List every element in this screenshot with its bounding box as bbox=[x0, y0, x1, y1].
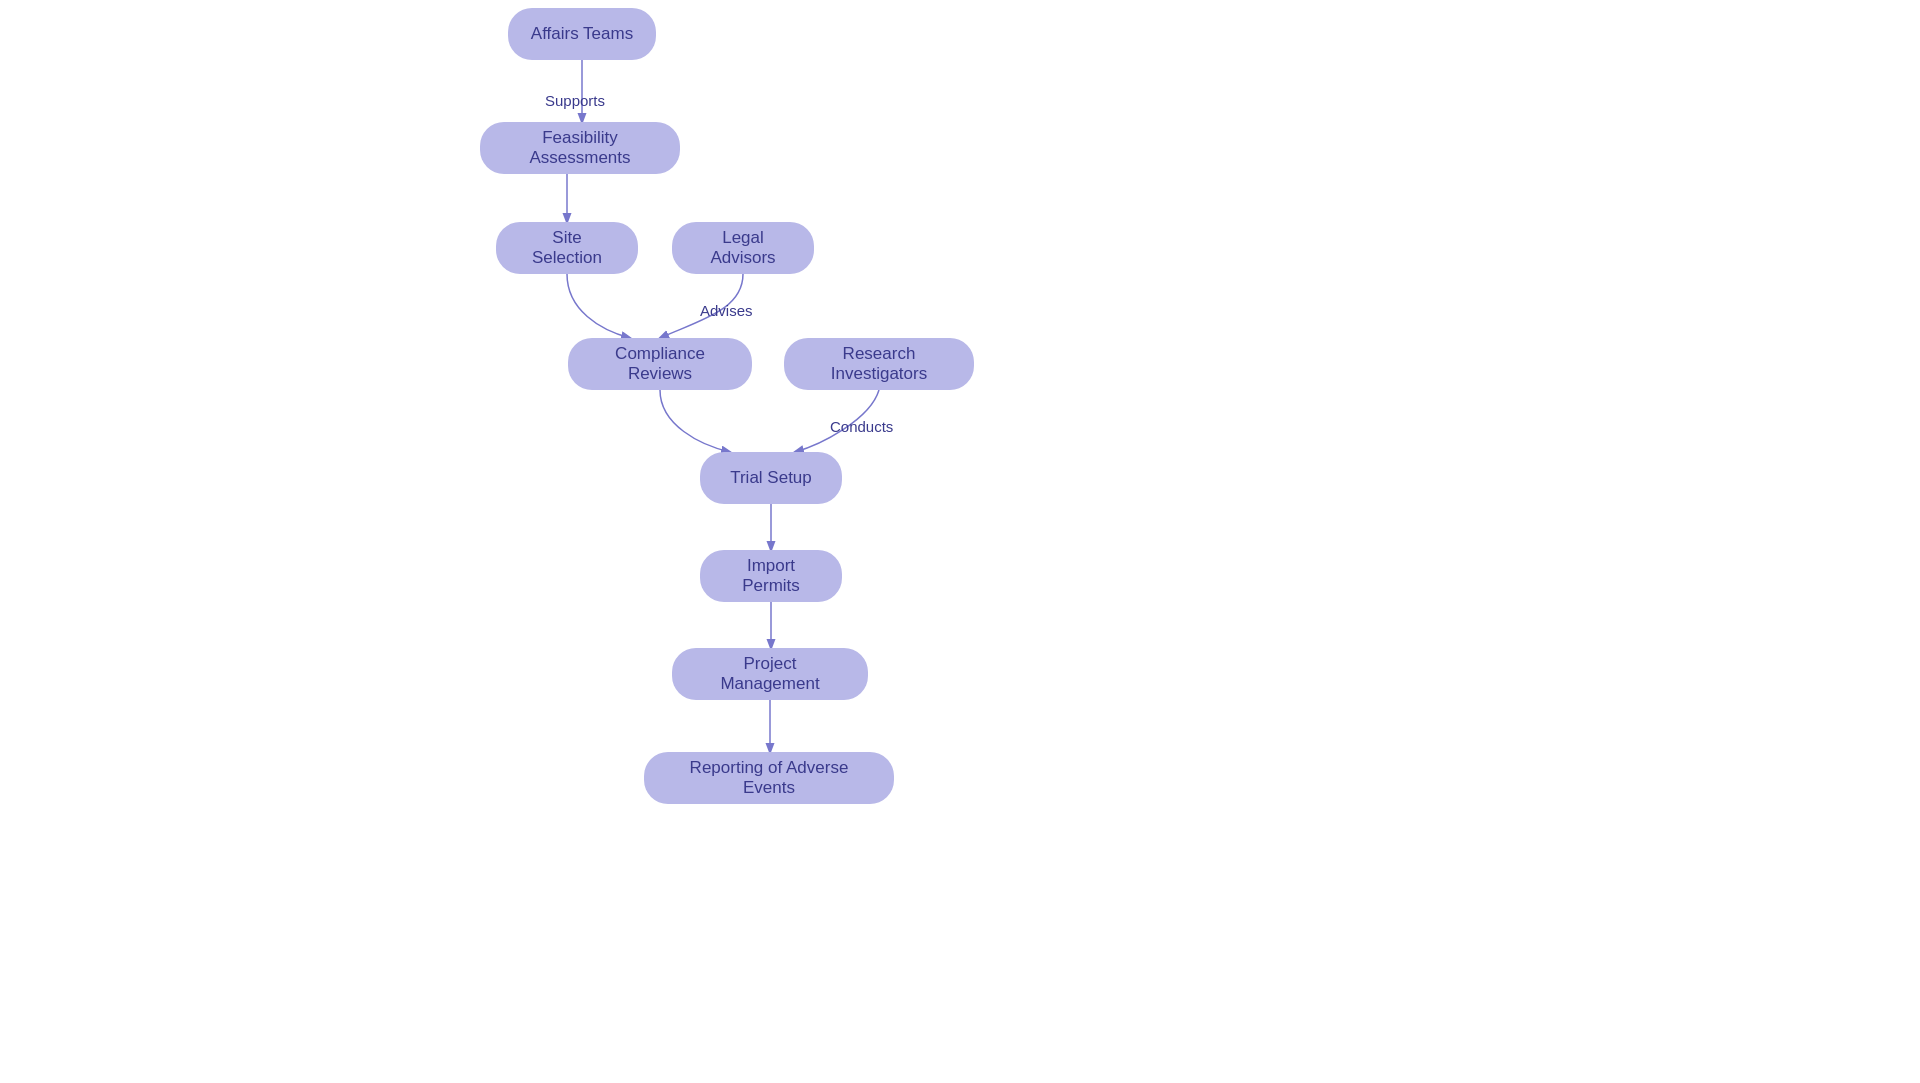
diagram-container: Affairs Teams Feasibility Assessments Si… bbox=[0, 0, 1920, 1083]
import-permits-node: Import Permits bbox=[700, 550, 842, 602]
conducts-label: Conducts bbox=[830, 418, 893, 435]
arrows-svg bbox=[0, 0, 1920, 1083]
trial-setup-label: Trial Setup bbox=[730, 468, 812, 488]
research-investigators-label: Research Investigators bbox=[804, 344, 954, 384]
project-management-node: Project Management bbox=[672, 648, 868, 700]
site-selection-node: Site Selection bbox=[496, 222, 638, 274]
reporting-label: Reporting of Adverse Events bbox=[664, 758, 874, 798]
site-selection-label: Site Selection bbox=[516, 228, 618, 268]
feasibility-node: Feasibility Assessments bbox=[480, 122, 680, 174]
legal-advisors-node: Legal Advisors bbox=[672, 222, 814, 274]
trial-setup-node: Trial Setup bbox=[700, 452, 842, 504]
advises-label: Advises bbox=[700, 302, 753, 319]
compliance-reviews-node: Compliance Reviews bbox=[568, 338, 752, 390]
affairs-teams-label: Affairs Teams bbox=[531, 24, 633, 44]
supports-label: Supports bbox=[545, 92, 605, 109]
reporting-node: Reporting of Adverse Events bbox=[644, 752, 894, 804]
import-permits-label: Import Permits bbox=[720, 556, 822, 596]
project-management-label: Project Management bbox=[692, 654, 848, 694]
legal-advisors-label: Legal Advisors bbox=[692, 228, 794, 268]
compliance-reviews-label: Compliance Reviews bbox=[588, 344, 732, 384]
research-investigators-node: Research Investigators bbox=[784, 338, 974, 390]
affairs-teams-node: Affairs Teams bbox=[508, 8, 656, 60]
feasibility-label: Feasibility Assessments bbox=[500, 128, 660, 168]
